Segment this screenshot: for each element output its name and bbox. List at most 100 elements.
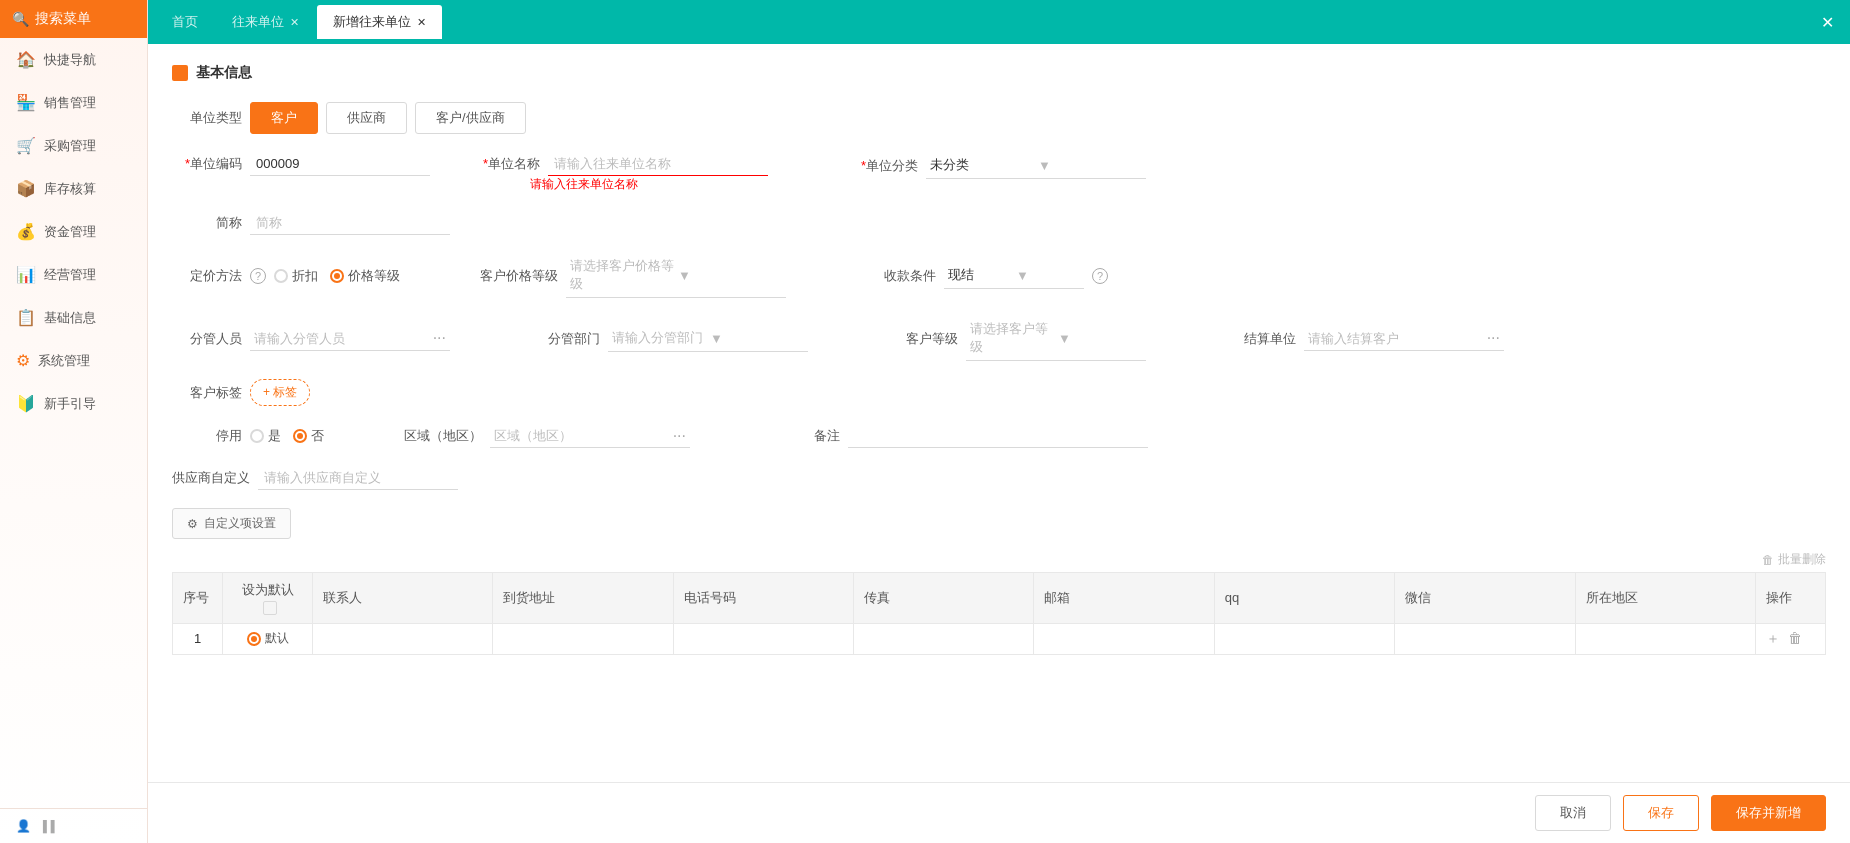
default-radio-circle[interactable]: [247, 632, 261, 646]
supplier-custom-group: 供应商自定义: [172, 466, 1826, 490]
save-new-button[interactable]: 保存并新增: [1711, 795, 1826, 831]
sidebar-item-finance[interactable]: 💰 资金管理: [0, 210, 147, 253]
row-address[interactable]: [493, 623, 673, 654]
add-row-icon[interactable]: ＋: [1766, 630, 1780, 648]
sidebar-item-basic-info[interactable]: 📋 基础信息: [0, 296, 147, 339]
region-input[interactable]: [490, 424, 669, 447]
tab-new-contact-close[interactable]: ✕: [417, 16, 426, 29]
finance-icon: 💰: [16, 222, 36, 241]
email-input[interactable]: [1044, 631, 1203, 646]
tab-contacts-close[interactable]: ✕: [290, 16, 299, 29]
custom-settings-label: 自定义项设置: [204, 515, 276, 532]
disabled-label: 停用: [172, 427, 242, 445]
payment-help-icon[interactable]: ?: [1092, 268, 1108, 284]
unit-name-input[interactable]: [548, 152, 768, 176]
unit-name-group: *单位名称: [470, 152, 768, 176]
no-radio[interactable]: [293, 429, 307, 443]
th-address: 到货地址: [493, 573, 673, 624]
alias-input[interactable]: [250, 211, 450, 235]
inventory-icon: 📦: [16, 179, 36, 198]
phone-input[interactable]: [684, 631, 843, 646]
row-qq[interactable]: [1214, 623, 1394, 654]
settlement-more-btn[interactable]: ···: [1483, 329, 1504, 347]
fax-input[interactable]: [864, 631, 1023, 646]
row-default-radio[interactable]: 默认: [233, 630, 302, 647]
row-fax[interactable]: [854, 623, 1034, 654]
disabled-yes-option[interactable]: 是: [250, 427, 281, 445]
sidebar-label-basic-info: 基础信息: [44, 309, 96, 327]
sidebar-label-guide: 新手引导: [44, 395, 96, 413]
add-tag-button[interactable]: + 标签: [250, 379, 310, 406]
tab-home[interactable]: 首页: [156, 5, 214, 39]
disabled-no-option[interactable]: 否: [293, 427, 324, 445]
tags-group: 客户标签 + 标签: [172, 379, 1826, 406]
pricing-help-icon[interactable]: ?: [250, 268, 266, 284]
th-wechat: 微信: [1395, 573, 1575, 624]
row-default: 默认: [223, 623, 313, 654]
th-contact: 联系人: [313, 573, 493, 624]
qq-input[interactable]: [1225, 631, 1384, 646]
customer-level-select[interactable]: 请选择客户等级 ▼: [966, 316, 1146, 361]
customer-price-level-select[interactable]: 请选择客户价格等级 ▼: [566, 253, 786, 298]
tabbar-close-button[interactable]: ✕: [1813, 9, 1842, 36]
row-wechat[interactable]: [1395, 623, 1575, 654]
tab-new-contact[interactable]: 新增往来单位 ✕: [317, 5, 442, 39]
btn-both[interactable]: 客户/供应商: [415, 102, 526, 134]
sidebar-search-label: 搜索菜单: [35, 10, 91, 28]
remarks-input[interactable]: [848, 424, 1148, 448]
settlement-input[interactable]: [1304, 327, 1483, 350]
th-region: 所在地区: [1575, 573, 1755, 624]
tab-contacts[interactable]: 往来单位 ✕: [216, 5, 315, 39]
row-email[interactable]: [1034, 623, 1214, 654]
custom-settings-button[interactable]: ⚙ 自定义项设置: [172, 508, 291, 539]
address-input[interactable]: [503, 631, 662, 646]
discount-radio[interactable]: [274, 269, 288, 283]
save-button[interactable]: 保存: [1623, 795, 1699, 831]
payment-terms-label: 收款条件: [866, 267, 936, 285]
row-contact[interactable]: [313, 623, 493, 654]
contacts-table: 序号 设为默认 联系人 到货地址 电话号码 传真 邮箱 qq 微信 所在地区: [172, 572, 1826, 655]
pricing-discount-option[interactable]: 折扣: [274, 267, 318, 285]
batch-delete-label[interactable]: 批量删除: [1778, 551, 1826, 568]
unit-category-select[interactable]: 未分类 ▼: [926, 152, 1146, 179]
department-select[interactable]: 请输入分管部门 ▼: [608, 325, 808, 352]
sidebar-item-inventory[interactable]: 📦 库存核算: [0, 167, 147, 210]
unit-code-input[interactable]: [250, 152, 430, 176]
row-phone[interactable]: [673, 623, 853, 654]
sidebar-label-operations: 经营管理: [44, 266, 96, 284]
manager-input[interactable]: [250, 327, 429, 350]
level-radio[interactable]: [330, 269, 344, 283]
btn-supplier[interactable]: 供应商: [326, 102, 407, 134]
sidebar-item-quick-nav[interactable]: 🏠 快捷导航: [0, 38, 147, 81]
system-icon: ⚙: [16, 351, 30, 370]
yes-radio[interactable]: [250, 429, 264, 443]
contact-input[interactable]: [323, 631, 482, 646]
payment-terms-select[interactable]: 现结 ▼: [944, 262, 1084, 289]
customer-price-level-label: 客户价格等级: [480, 267, 558, 285]
manager-more-btn[interactable]: ···: [429, 329, 450, 347]
department-label: 分管部门: [530, 330, 600, 348]
manager-group: 分管人员 ···: [172, 327, 450, 351]
manager-input-wrapper: ···: [250, 327, 450, 351]
sidebar-item-guide[interactable]: 🔰 新手引导: [0, 382, 147, 425]
sidebar-footer: 👤 ▐▐: [0, 808, 147, 843]
sidebar-label-purchase: 采购管理: [44, 137, 96, 155]
sidebar-search[interactable]: 🔍 搜索菜单: [0, 0, 147, 38]
wechat-input[interactable]: [1405, 631, 1564, 646]
section-icon: [172, 65, 188, 81]
th-default: 设为默认: [223, 573, 313, 624]
cancel-button[interactable]: 取消: [1535, 795, 1611, 831]
supplier-custom-input[interactable]: [258, 466, 458, 490]
pricing-level-option[interactable]: 价格等级: [330, 267, 400, 285]
row-region-input[interactable]: [1586, 631, 1745, 646]
gear-icon: ⚙: [187, 517, 198, 531]
btn-customer[interactable]: 客户: [250, 102, 318, 134]
delete-row-icon[interactable]: 🗑: [1788, 630, 1802, 648]
sidebar-item-system[interactable]: ⚙ 系统管理: [0, 339, 147, 382]
sidebar-item-sales[interactable]: 🏪 销售管理: [0, 81, 147, 124]
th-email: 邮箱: [1034, 573, 1214, 624]
region-more-btn[interactable]: ···: [669, 427, 690, 445]
sidebar-item-purchase[interactable]: 🛒 采购管理: [0, 124, 147, 167]
row-region[interactable]: [1575, 623, 1755, 654]
sidebar-item-operations[interactable]: 📊 经营管理: [0, 253, 147, 296]
